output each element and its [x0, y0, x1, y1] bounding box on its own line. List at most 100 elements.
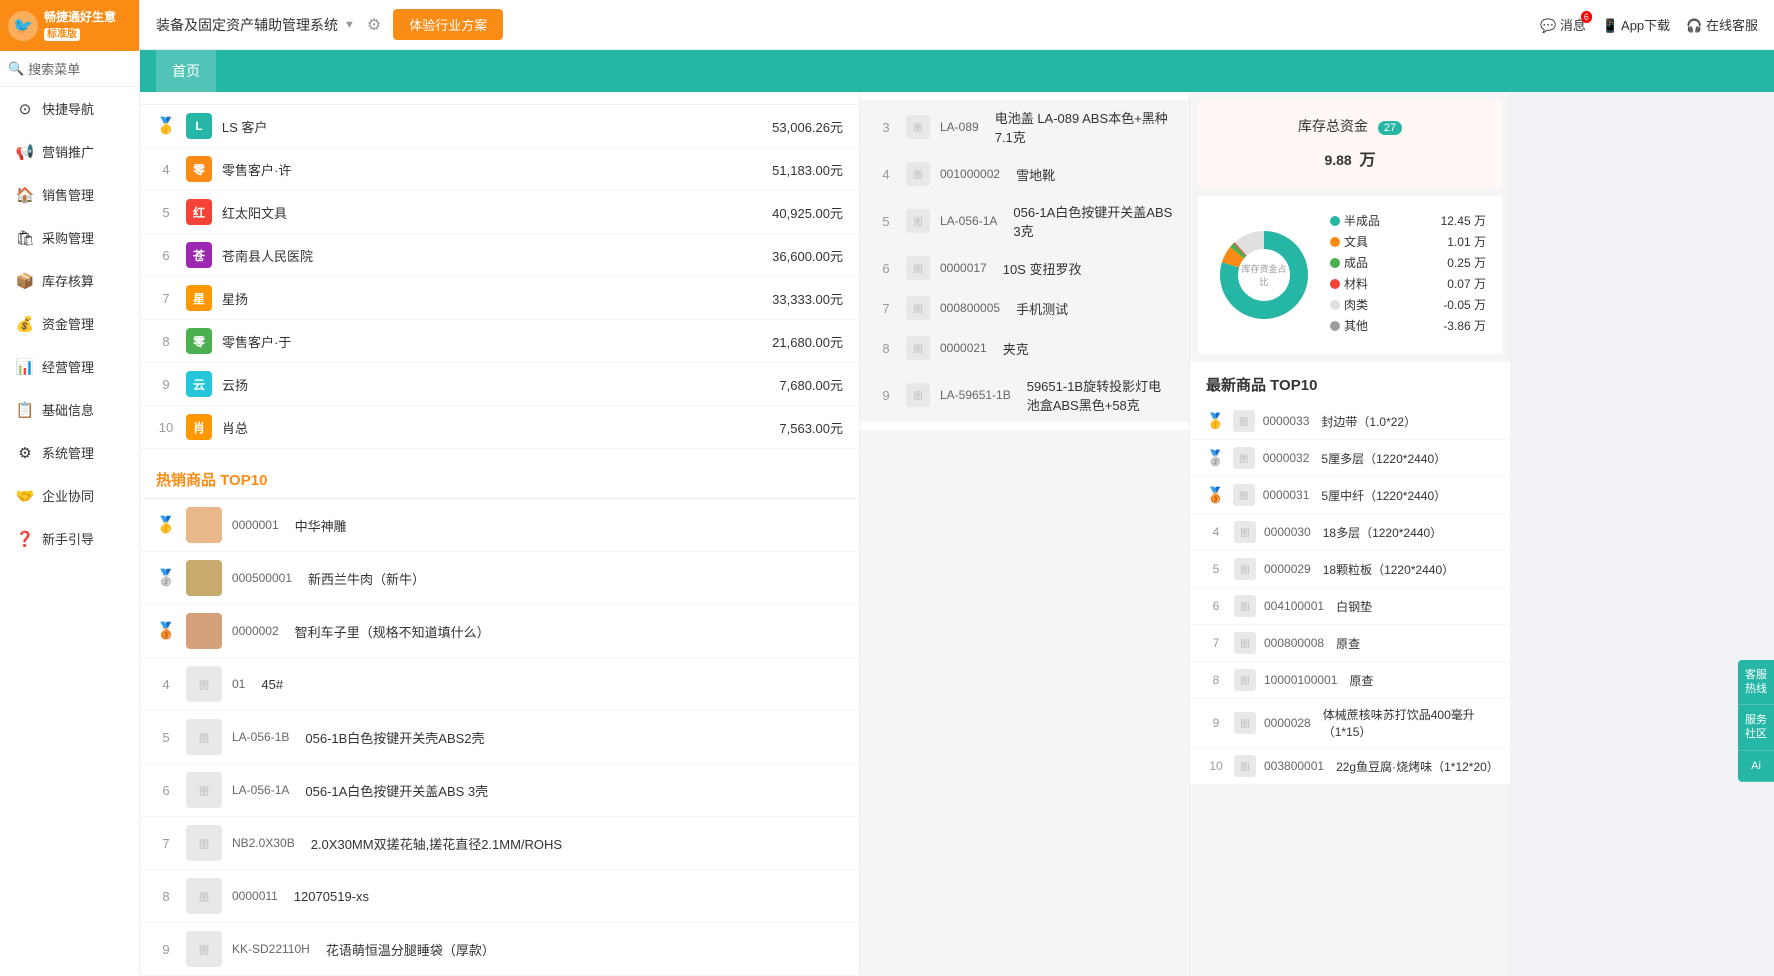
latest-item: 6 图 004100001 白钢垫 — [1190, 588, 1510, 625]
sidebar-item-label: 快捷导航 — [42, 99, 94, 118]
inv-placeholder: 图 — [906, 256, 930, 280]
hot-products-title: 热销商品 TOP10 — [140, 457, 859, 499]
message-badge[interactable]: 💬 6 消息 — [1540, 15, 1586, 34]
main-area: 装备及固定资产辅助管理系统 ▼ ⚙ 体验行业方案 💬 6 消息 📱 App下载 … — [140, 0, 1774, 976]
service-community-button[interactable]: 服务社区 — [1738, 705, 1774, 751]
sidebar-item-sales[interactable]: 🏠 销售管理 — [0, 173, 139, 216]
sidebar-item-collab[interactable]: 🤝 企业协同 — [0, 474, 139, 517]
customer-service-button[interactable]: 客服热线 — [1738, 660, 1774, 706]
stock-card: 库存总资金 27 9.88 万 — [1198, 100, 1502, 188]
sidebar-item-label: 经营管理 — [42, 357, 94, 376]
sidebar-item-label: 营销推广 — [42, 142, 94, 161]
hot-product-placeholder: 图 — [186, 719, 222, 755]
latest-item: 🥈 图 0000032 5厘多层（1220*2440） — [1190, 440, 1510, 477]
customer-item: 🥇 L LS 客户 53,006.26元 — [140, 105, 859, 148]
latest-products: 最新商品 TOP10 🥇 图 0000033 封边带（1.0*22） 🥈 图 0… — [1190, 362, 1510, 785]
latest-placeholder: 图 — [1234, 632, 1256, 654]
sidebar-item-basics[interactable]: 📋 基础信息 — [0, 388, 139, 431]
inv-placeholder: 图 — [906, 115, 930, 139]
inventory-panel: 3 图 LA-089 电池盖 LA-089 ABS本色+黑种 7.1克 4 图 … — [860, 92, 1190, 976]
chart-legend: 半成品 12.45 万 文具 1.01 万 成品 0.25 万 材料 0.07 … — [1330, 212, 1486, 338]
inv-placeholder: 图 — [906, 336, 930, 360]
basics-icon: 📋 — [16, 401, 34, 419]
collab-icon: 🤝 — [16, 487, 34, 505]
legend-item: 半成品 12.45 万 — [1330, 212, 1486, 229]
hot-product-image — [186, 613, 222, 649]
latest-item: 7 图 000800008 原查 — [1190, 625, 1510, 662]
message-icon: 💬 — [1540, 18, 1556, 33]
finance-icon: 💰 — [16, 315, 34, 333]
sidebar-item-finance[interactable]: 💰 资金管理 — [0, 302, 139, 345]
customer-avatar: 肖 — [186, 414, 212, 440]
ai-button[interactable]: Ai — [1738, 751, 1774, 782]
hot-product-image — [186, 560, 222, 596]
customer-item: 7 星 星扬 33,333.00元 — [140, 277, 859, 320]
latest-placeholder: 图 — [1234, 521, 1256, 543]
sidebar-item-operations[interactable]: 📊 经营管理 — [0, 345, 139, 388]
sidebar-item-system[interactable]: ⚙ 系统管理 — [0, 431, 139, 474]
hot-item: 🥉 0000002 智利车子里（规格不知道填什么） — [140, 605, 859, 658]
trial-button[interactable]: 体验行业方案 — [393, 9, 503, 40]
sidebar-item-marketing[interactable]: 📢 营销推广 — [0, 130, 139, 173]
chart-center-label: 库存资金占比 — [1239, 262, 1289, 288]
customer-avatar: 零 — [186, 156, 212, 182]
latest-placeholder: 图 — [1233, 484, 1255, 506]
hot-item: 🥇 0000001 中华神雕 — [140, 499, 859, 552]
sidebar-item-quick-nav[interactable]: ⊙ 快捷导航 — [0, 87, 139, 130]
sidebar-search[interactable]: 🔍 搜索菜单 — [0, 51, 139, 87]
legend-item: 肉类 -0.05 万 — [1330, 296, 1486, 313]
sidebar-item-label: 库存核算 — [42, 271, 94, 290]
phone-icon: 📱 — [1602, 18, 1618, 33]
latest-placeholder: 图 — [1234, 712, 1256, 734]
latest-placeholder: 图 — [1234, 595, 1256, 617]
purchase-icon: 🛍 — [16, 229, 34, 247]
newbie-icon: ❓ — [16, 530, 34, 548]
home-icon: ⊙ — [16, 100, 34, 118]
latest-item: 8 图 10000100001 原查 — [1190, 662, 1510, 699]
online-service[interactable]: 🎧 在线客服 — [1686, 15, 1758, 34]
inv-item: 4 图 001000002 雪地靴 — [860, 154, 1189, 194]
app-download[interactable]: 📱 App下载 — [1602, 15, 1670, 34]
latest-placeholder: 图 — [1234, 558, 1256, 580]
customer-avatar: 云 — [186, 371, 212, 397]
latest-placeholder: 图 — [1234, 755, 1256, 777]
inv-item: 3 图 LA-089 电池盖 LA-089 ABS本色+黑种 7.1克 — [860, 100, 1189, 154]
sidebar-item-label: 销售管理 — [42, 185, 94, 204]
latest-item: 9 图 0000028 体械蔗核味苏打饮品400毫升（1*15） — [1190, 699, 1510, 748]
sidebar-item-label: 企业协同 — [42, 486, 94, 505]
hot-item: 6 图 LA-056-1A 056-1A白色按键开关盖ABS 3壳 — [140, 764, 859, 817]
hot-product-placeholder: 图 — [186, 666, 222, 702]
sidebar-item-inventory[interactable]: 📦 库存核算 — [0, 259, 139, 302]
latest-placeholder: 图 — [1234, 669, 1256, 691]
sidebar-item-label: 系统管理 — [42, 443, 94, 462]
inventory-icon: 📦 — [16, 272, 34, 290]
latest-item: 4 图 0000030 18多层（1220*2440） — [1190, 514, 1510, 551]
donut-chart: 库存资金占比 — [1214, 225, 1314, 325]
stock-chart: 库存资金占比 半成品 12.45 万 文具 1.01 万 成品 0.25 万 — [1198, 196, 1502, 354]
customer-item: 9 云 云扬 7,680.00元 — [140, 363, 859, 406]
inv-placeholder: 图 — [906, 296, 930, 320]
inv-item: 7 图 000800005 手机测试 — [860, 288, 1189, 328]
hot-item: 9 图 KK-SD22110H 花语萌恒温分腿睡袋（厚款） — [140, 923, 859, 976]
app-header: 装备及固定资产辅助管理系统 ▼ ⚙ 体验行业方案 💬 6 消息 📱 App下载 … — [140, 0, 1774, 50]
home-tab[interactable]: 首页 — [156, 50, 216, 92]
inv-item: 9 图 LA-59651-1B 59651-1B旋转投影灯电池盒ABS黑色+58… — [860, 368, 1189, 422]
legend-item: 成品 0.25 万 — [1330, 254, 1486, 271]
hot-item: 🥈 000500001 新西兰牛肉（新牛） — [140, 552, 859, 605]
settings-gear-icon[interactable]: ⚙ — [367, 15, 381, 35]
logo-icon: 🐦 — [8, 11, 38, 41]
hot-product-image — [186, 507, 222, 543]
inv-item: 6 图 0000017 10S 变扭罗孜 — [860, 248, 1189, 288]
inv-item: 5 图 LA-056-1A 056-1A白色按键开关盖ABS 3克 — [860, 194, 1189, 248]
hot-product-placeholder: 图 — [186, 931, 222, 967]
customer-item: 8 零 零售客户·于 21,680.00元 — [140, 320, 859, 363]
sidebar-item-label: 新手引导 — [42, 529, 94, 548]
sidebar-item-newbie[interactable]: ❓ 新手引导 — [0, 517, 139, 560]
customer-avatar: 红 — [186, 199, 212, 225]
sidebar-item-purchase[interactable]: 🛍 采购管理 — [0, 216, 139, 259]
ops-icon: 📊 — [16, 358, 34, 376]
search-label: 搜索菜单 — [28, 59, 80, 78]
customer-avatar: 星 — [186, 285, 212, 311]
hot-product-placeholder: 图 — [186, 825, 222, 861]
marketing-icon: 📢 — [16, 143, 34, 161]
